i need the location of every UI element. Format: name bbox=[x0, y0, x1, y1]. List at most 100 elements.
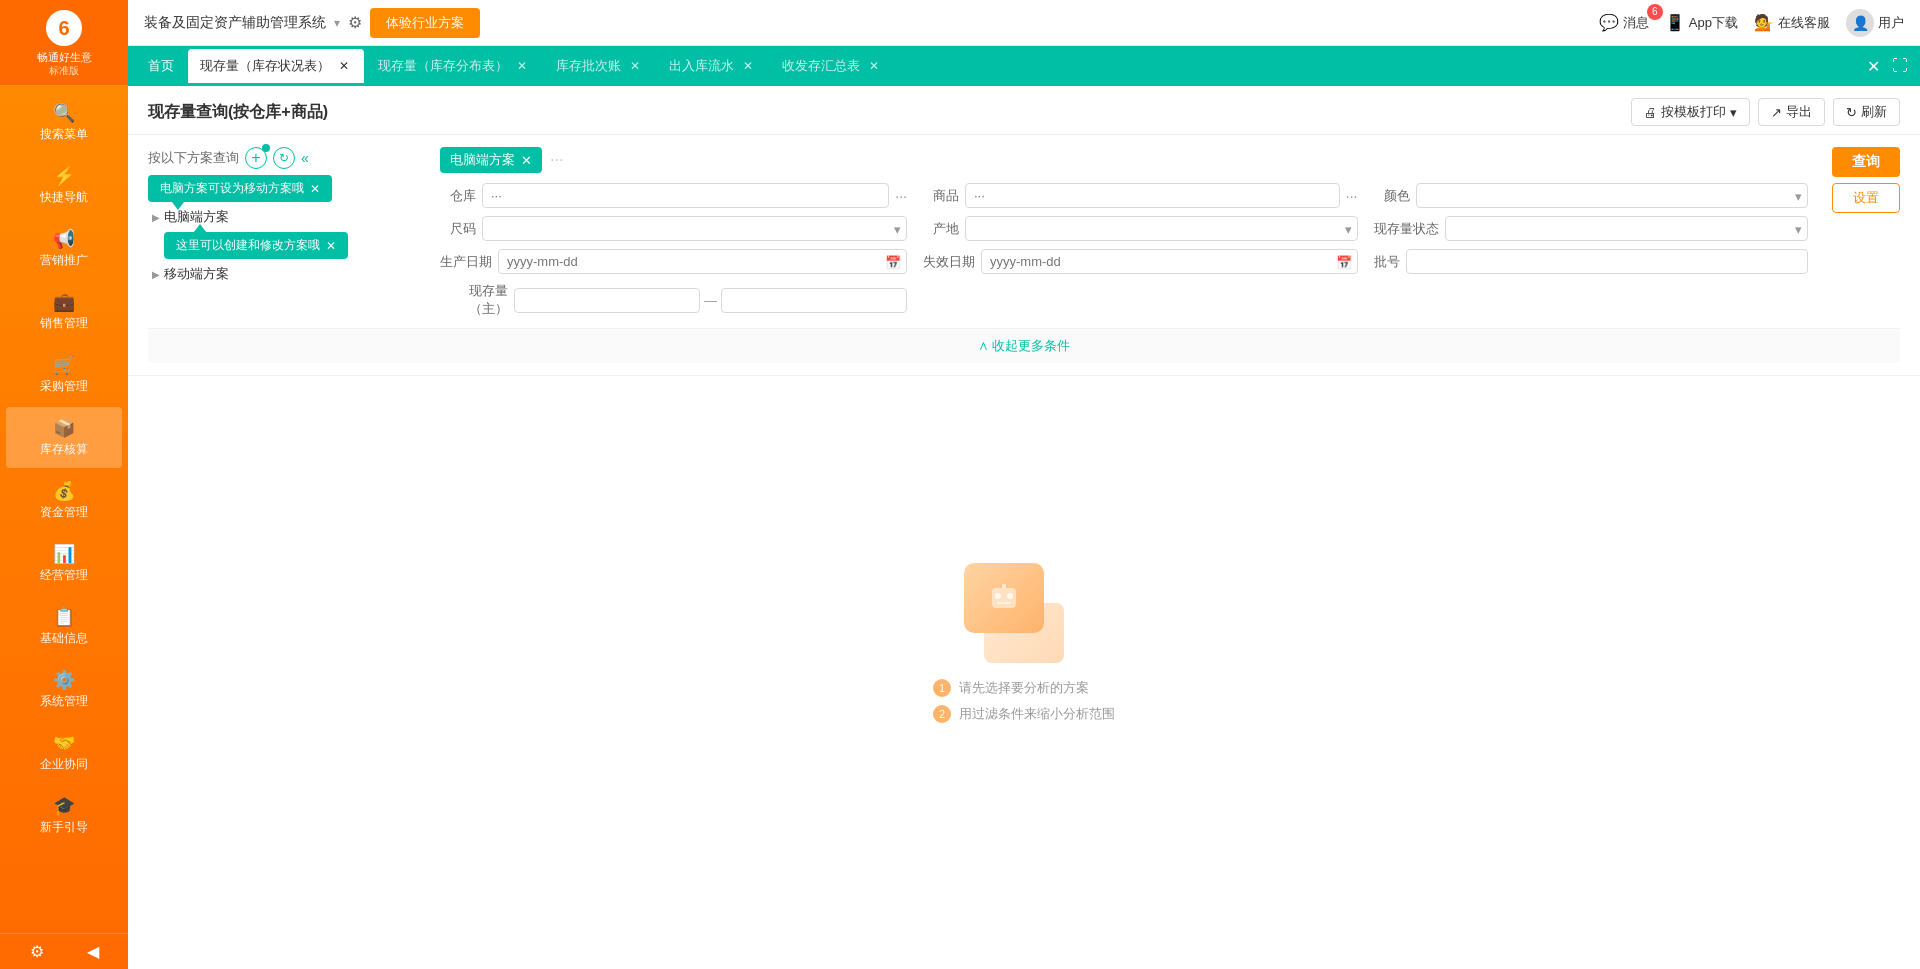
user-action[interactable]: 👤 用户 bbox=[1846, 9, 1904, 37]
origin-select[interactable] bbox=[965, 216, 1358, 241]
filter-settings-button[interactable]: 设置 bbox=[1832, 183, 1900, 213]
sidebar-item-purchase[interactable]: 🛒 采购管理 bbox=[6, 344, 122, 405]
tab-batch-ledger[interactable]: 库存批次账 ✕ bbox=[544, 49, 655, 83]
tab-collect-summary-close[interactable]: ✕ bbox=[866, 58, 882, 74]
filter-section: 按以下方案查询 + ↻ « 电脑方案可设为移动方案哦 bbox=[128, 135, 1920, 376]
active-scheme-badge[interactable]: 电脑端方案 ✕ bbox=[440, 147, 542, 173]
sidebar-item-enterprise[interactable]: 🤝 企业协同 bbox=[6, 722, 122, 783]
tab-io-flow[interactable]: 出入库流水 ✕ bbox=[657, 49, 768, 83]
expiry-date-calendar-icon[interactable]: 📅 bbox=[1336, 254, 1352, 269]
inventory-qty-from-input[interactable] bbox=[514, 288, 700, 313]
empty-hint-1: 1 请先选择要分析的方案 bbox=[933, 679, 1115, 697]
user-avatar: 👤 bbox=[1846, 9, 1874, 37]
search-menu-icon: 🔍 bbox=[53, 102, 75, 124]
filter-grid: 仓库 ··· 商品 ··· bbox=[440, 183, 1808, 318]
refresh-button[interactable]: ↻ 刷新 bbox=[1833, 98, 1900, 126]
production-date-calendar-icon[interactable]: 📅 bbox=[885, 254, 901, 269]
sidebar-item-basic-info[interactable]: 📋 基础信息 bbox=[6, 596, 122, 657]
tab-inventory-status-close[interactable]: ✕ bbox=[336, 58, 352, 74]
color-select[interactable] bbox=[1416, 183, 1809, 208]
settings-gear-icon[interactable]: ⚙ bbox=[348, 13, 362, 32]
refresh-icon: ↻ bbox=[1846, 105, 1857, 120]
mobile-scheme-label[interactable]: 移动端方案 bbox=[164, 265, 229, 283]
size-label: 尺码 bbox=[440, 220, 476, 238]
sidebar-item-marketing[interactable]: 📢 营销推广 bbox=[6, 218, 122, 279]
active-scheme-close-icon[interactable]: ✕ bbox=[521, 153, 532, 168]
sidebar-item-label: 销售管理 bbox=[40, 315, 88, 332]
sidebar-item-search-menu[interactable]: 🔍 搜索菜单 bbox=[6, 92, 122, 153]
create-tooltip-arrow bbox=[194, 224, 206, 232]
goods-input[interactable] bbox=[965, 183, 1340, 208]
sidebar-item-operations[interactable]: 📊 经营管理 bbox=[6, 533, 122, 594]
inventory-qty-to-input[interactable] bbox=[721, 288, 907, 313]
tab-inventory-dist-close[interactable]: ✕ bbox=[514, 58, 530, 74]
warehouse-input[interactable] bbox=[482, 183, 889, 208]
create-tooltip-box: 这里可以创建和修改方案哦 ✕ bbox=[164, 232, 348, 259]
sidebar-item-inventory[interactable]: 📦 库存核算 bbox=[6, 407, 122, 468]
tab-bar-close-icon[interactable]: ✕ bbox=[1863, 53, 1884, 80]
sidebar-item-label: 快捷导航 bbox=[40, 189, 88, 206]
warehouse-more-icon[interactable]: ··· bbox=[895, 188, 907, 204]
tooltip-close-icon[interactable]: ✕ bbox=[310, 182, 320, 196]
empty-num-1: 1 bbox=[933, 679, 951, 697]
sales-icon: 💼 bbox=[53, 291, 75, 313]
svg-rect-3 bbox=[997, 602, 1011, 604]
basic-info-icon: 📋 bbox=[53, 606, 75, 628]
experience-button[interactable]: 体验行业方案 bbox=[370, 8, 480, 38]
inventory-icon: 📦 bbox=[53, 417, 75, 439]
create-tooltip-close-icon[interactable]: ✕ bbox=[326, 239, 336, 253]
filter-prev-button[interactable]: « bbox=[301, 150, 309, 166]
collapse-conditions-button[interactable]: ∧ 收起更多条件 bbox=[148, 328, 1900, 363]
marketing-icon: 📢 bbox=[53, 228, 75, 250]
production-date-input[interactable] bbox=[498, 249, 907, 274]
filter-cycle-button[interactable]: ↻ bbox=[273, 147, 295, 169]
query-button[interactable]: 查询 bbox=[1832, 147, 1900, 177]
online-support-action[interactable]: 💁 在线客服 bbox=[1754, 13, 1830, 32]
sidebar-collapse-button[interactable]: ◀ bbox=[87, 942, 99, 961]
tab-bar: 首页 现存量（库存状况表） ✕ 现存量（库存分布表） ✕ 库存批次账 ✕ 出入库… bbox=[128, 46, 1920, 86]
sidebar-settings-button[interactable]: ⚙ bbox=[30, 942, 44, 961]
sidebar-item-system[interactable]: ⚙️ 系统管理 bbox=[6, 659, 122, 720]
empty-robot-icon bbox=[964, 563, 1044, 633]
tab-inventory-status[interactable]: 现存量（库存状况表） ✕ bbox=[188, 49, 364, 83]
print-button[interactable]: 🖨 按模板打印 ▾ bbox=[1631, 98, 1750, 126]
tab-batch-ledger-close[interactable]: ✕ bbox=[627, 58, 643, 74]
size-select[interactable] bbox=[482, 216, 907, 241]
header-left: 装备及固定资产辅助管理系统 ▾ ⚙ 体验行业方案 bbox=[144, 8, 480, 38]
tab-batch-ledger-label: 库存批次账 bbox=[556, 57, 621, 75]
tab-bar-expand-icon[interactable]: ⛶ bbox=[1888, 53, 1912, 79]
app-download-action[interactable]: 📱 App下载 bbox=[1665, 13, 1738, 32]
sidebar-footer: ⚙ ◀ bbox=[0, 933, 128, 969]
tab-io-flow-close[interactable]: ✕ bbox=[740, 58, 756, 74]
system-icon: ⚙️ bbox=[53, 669, 75, 691]
collapse-label: 收起更多条件 bbox=[992, 338, 1070, 353]
app-logo-icon: 6 bbox=[46, 10, 82, 46]
sidebar-item-finance[interactable]: 💰 资金管理 bbox=[6, 470, 122, 531]
warehouse-label: 仓库 bbox=[440, 187, 476, 205]
brand-name: 畅通好生意 标准版 bbox=[37, 50, 92, 77]
purchase-icon: 🛒 bbox=[53, 354, 75, 376]
tooltip-arrow bbox=[172, 202, 184, 210]
tab-collect-summary[interactable]: 收发存汇总表 ✕ bbox=[770, 49, 894, 83]
filter-item-goods: 商品 ··· bbox=[923, 183, 1358, 208]
tab-home[interactable]: 首页 bbox=[136, 49, 186, 83]
sidebar-item-newbie[interactable]: 🎓 新手引导 bbox=[6, 785, 122, 846]
inventory-status-select[interactable] bbox=[1445, 216, 1809, 241]
sidebar-item-label: 企业协同 bbox=[40, 756, 88, 773]
field-dots-1[interactable]: ··· bbox=[550, 151, 563, 169]
goods-more-icon[interactable]: ··· bbox=[1346, 188, 1358, 204]
message-action[interactable]: 💬 消息 6 bbox=[1599, 13, 1649, 32]
tab-inventory-dist[interactable]: 现存量（库存分布表） ✕ bbox=[366, 49, 542, 83]
batch-input[interactable] bbox=[1406, 249, 1809, 274]
svg-rect-4 bbox=[1002, 584, 1006, 588]
scheme-tooltip-box: 电脑方案可设为移动方案哦 ✕ bbox=[148, 175, 332, 202]
sidebar-item-quick-nav[interactable]: ⚡ 快捷导航 bbox=[6, 155, 122, 216]
filter-item-production-date: 生产日期 📅 bbox=[440, 249, 907, 274]
export-button[interactable]: ↗ 导出 bbox=[1758, 98, 1825, 126]
expiry-date-input[interactable] bbox=[981, 249, 1358, 274]
tab-inventory-dist-label: 现存量（库存分布表） bbox=[378, 57, 508, 75]
export-icon: ↗ bbox=[1771, 105, 1782, 120]
sidebar-item-sales[interactable]: 💼 销售管理 bbox=[6, 281, 122, 342]
inventory-qty-control: — bbox=[514, 288, 907, 313]
finance-icon: 💰 bbox=[53, 480, 75, 502]
